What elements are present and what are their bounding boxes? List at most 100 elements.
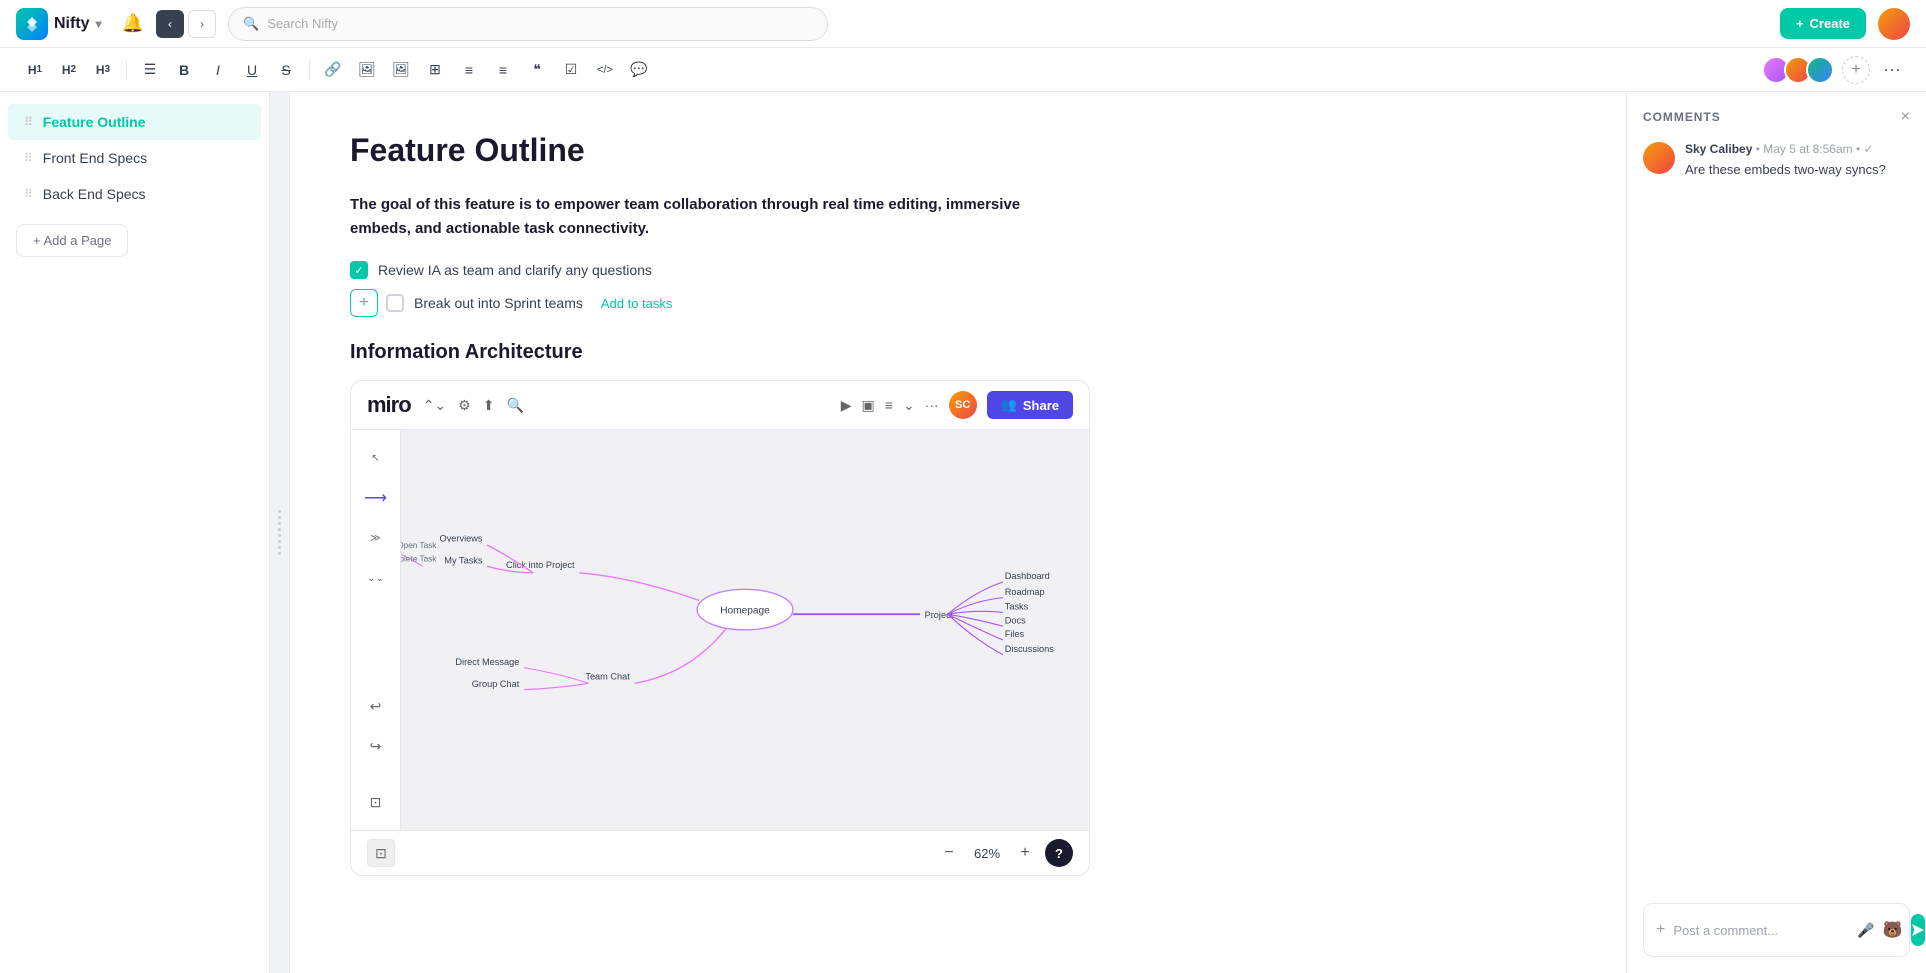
heading1-button[interactable]: H1 — [20, 56, 50, 84]
heading2-button[interactable]: H2 — [54, 56, 84, 84]
image2-button[interactable]: 🖼 — [386, 56, 416, 84]
miro-canvas[interactable]: ↖ ⟶ ≫ ⌄⌄ ↩ ↪ ⊡ Homepage — [351, 430, 1089, 830]
heading3-button[interactable]: H3 — [88, 56, 118, 84]
comment-item: Sky Calibey • May 5 at 8:56am • ✓ Are th… — [1643, 142, 1910, 180]
svg-text:Discussions: Discussions — [1005, 644, 1054, 654]
add-to-tasks-link[interactable]: Add to tasks — [601, 296, 673, 311]
miro-redo-tool[interactable]: ↪ — [360, 730, 392, 762]
svg-text:Overviews: Overviews — [440, 533, 483, 543]
create-button[interactable]: + Create — [1780, 8, 1866, 39]
comment-send-button[interactable] — [1911, 914, 1925, 946]
notifications-bell-icon[interactable]: 🔔 — [122, 13, 144, 34]
user-avatar[interactable] — [1878, 8, 1910, 40]
app-logo[interactable]: Nifty ▾ — [16, 8, 102, 40]
create-label: Create — [1810, 16, 1850, 31]
comments-close-button[interactable]: × — [1901, 108, 1910, 126]
svg-text:Open Task: Open Task — [401, 541, 437, 550]
main-layout: ⠿ Feature Outline ⠿ Front End Specs ⠿ Ba… — [0, 92, 1926, 973]
nav-forward-button[interactable]: › — [188, 10, 216, 38]
image-button[interactable]: 🖼 — [352, 56, 382, 84]
comment-button[interactable]: 💬 — [624, 56, 654, 84]
checklist-item-2-row: + Break out into Sprint teams Add to tas… — [350, 289, 1566, 317]
link-button[interactable]: 🔗 — [318, 56, 348, 84]
microphone-icon[interactable]: 🎤 — [1857, 922, 1874, 939]
quote-button[interactable]: ❝ — [522, 56, 552, 84]
add-page-button[interactable]: + Add a Page — [16, 224, 128, 257]
comment-input-field[interactable] — [1673, 923, 1849, 938]
italic-button[interactable]: I — [203, 56, 233, 84]
sidebar-item-back-end[interactable]: ⠿ Back End Specs — [8, 176, 261, 212]
miro-select-tool[interactable]: ↖ — [360, 442, 392, 474]
miro-collapse-tool[interactable]: ⌄⌄ — [360, 562, 392, 594]
comment-time: May 5 at 8:56am — [1763, 142, 1852, 156]
miro-diagram: Homepage Click into Project Overviews My… — [401, 430, 1089, 780]
miro-zoom-in-button[interactable]: + — [1013, 841, 1037, 865]
comment-author: Sky Calibey — [1685, 142, 1752, 156]
sidebar-item-front-end[interactable]: ⠿ Front End Specs — [8, 140, 261, 176]
code-button[interactable]: </> — [590, 56, 620, 84]
table-button[interactable]: ⊞ — [420, 56, 450, 84]
document-intro: The goal of this feature is to empower t… — [350, 193, 1070, 241]
comment-input-area[interactable]: + 🎤 🐻 — [1643, 903, 1910, 957]
comment-author-avatar — [1643, 142, 1675, 174]
drag-handle-icon: ⠿ — [24, 151, 33, 165]
checkbox-checked-icon[interactable]: ✓ — [350, 261, 368, 279]
miro-pan-tool[interactable]: ⟶ — [360, 482, 392, 514]
miro-settings-icon[interactable]: ⚙ — [458, 397, 471, 414]
nav-back-button[interactable]: ‹ — [156, 10, 184, 38]
comment-body: Sky Calibey • May 5 at 8:56am • ✓ Are th… — [1685, 142, 1910, 180]
miro-share-button[interactable]: 👥 Share — [987, 391, 1073, 419]
create-icon: + — [1796, 16, 1804, 31]
miro-zoom-level: 62% — [969, 846, 1005, 861]
miro-panel-tool[interactable]: ⊡ — [360, 786, 392, 818]
more-options-button[interactable]: ··· — [1878, 56, 1906, 84]
miro-share-icon[interactable]: ⬆ — [483, 397, 495, 414]
miro-toolbar-right: ▶ ▣ ≡ ⌄ ··· SC 👥 Share — [841, 391, 1073, 419]
comment-add-icon[interactable]: + — [1656, 921, 1665, 939]
emoji-icon[interactable]: 🐻 — [1883, 920, 1903, 940]
miro-expand-icon[interactable]: ▶ — [841, 397, 852, 414]
miro-search-icon[interactable]: 🔍 — [506, 397, 523, 414]
nav-arrows: ‹ › — [156, 10, 216, 38]
strikethrough-button[interactable]: S — [271, 56, 301, 84]
bullet-list-button[interactable]: ≡ — [454, 56, 484, 84]
miro-dots-icon[interactable]: ··· — [925, 397, 939, 413]
miro-toolbar: miro ⌃⌄ ⚙ ⬆ 🔍 ▶ ▣ ≡ ⌄ ··· SC 👥 Share — [351, 381, 1089, 430]
bold-button[interactable]: B — [169, 56, 199, 84]
miro-embed: miro ⌃⌄ ⚙ ⬆ 🔍 ▶ ▣ ≡ ⌄ ··· SC 👥 Share — [350, 380, 1090, 876]
comments-header: COMMENTS × — [1643, 108, 1910, 126]
comments-panel: COMMENTS × Sky Calibey • May 5 at 8:56am… — [1626, 92, 1926, 973]
add-item-button[interactable]: + — [350, 289, 378, 317]
top-nav: Nifty ▾ 🔔 ‹ › 🔍 Search Nifty + Create — [0, 0, 1926, 48]
add-collaborator-button[interactable]: + — [1842, 56, 1870, 84]
checklist-item-label: Break out into Sprint teams — [414, 295, 583, 311]
align-button[interactable]: ☰ — [135, 56, 165, 84]
miro-chevron-icon[interactable]: ⌄ — [903, 397, 915, 414]
sidebar-item-feature-outline[interactable]: ⠿ Feature Outline — [8, 104, 261, 140]
sidebar: ⠿ Feature Outline ⠿ Front End Specs ⠿ Ba… — [0, 92, 270, 973]
miro-collapse-icon[interactable]: ⌃⌄ — [423, 397, 446, 414]
svg-text:My Tasks: My Tasks — [444, 556, 483, 566]
svg-text:Files: Files — [1005, 629, 1025, 639]
miro-zoom-out-button[interactable]: − — [937, 841, 961, 865]
miro-logo: miro — [367, 392, 411, 418]
editor-toolbar: H1 H2 H3 ☰ B I U S 🔗 🖼 🖼 ⊞ ≡ ≡ ❝ ☑ </> 💬… — [0, 48, 1926, 92]
search-icon: 🔍 — [243, 16, 259, 32]
numbered-list-button[interactable]: ≡ — [488, 56, 518, 84]
miro-sidebar-toggle[interactable]: ⊡ — [367, 839, 395, 867]
checkbox-unchecked-icon[interactable] — [386, 294, 404, 312]
miro-undo-tool[interactable]: ↩ — [360, 690, 392, 722]
miro-present-icon[interactable]: ▣ — [862, 397, 875, 414]
checkbox-button[interactable]: ☑ — [556, 56, 586, 84]
svg-text:Homepage: Homepage — [720, 605, 770, 616]
miro-list-icon[interactable]: ≡ — [885, 397, 893, 413]
comment-meta: Sky Calibey • May 5 at 8:56am • ✓ — [1685, 142, 1910, 156]
comments-title: COMMENTS — [1643, 110, 1721, 124]
search-bar[interactable]: 🔍 Search Nifty — [228, 7, 828, 41]
underline-button[interactable]: U — [237, 56, 267, 84]
miro-help-button[interactable]: ? — [1045, 839, 1073, 867]
svg-text:Group Chat: Group Chat — [472, 679, 520, 689]
miro-zoom-tool[interactable]: ≫ — [360, 522, 392, 554]
miro-left-toolbar: ↖ ⟶ ≫ ⌄⌄ ↩ ↪ ⊡ — [351, 430, 401, 830]
checklist-item-1: ✓ Review IA as team and clarify any ques… — [350, 261, 1566, 279]
